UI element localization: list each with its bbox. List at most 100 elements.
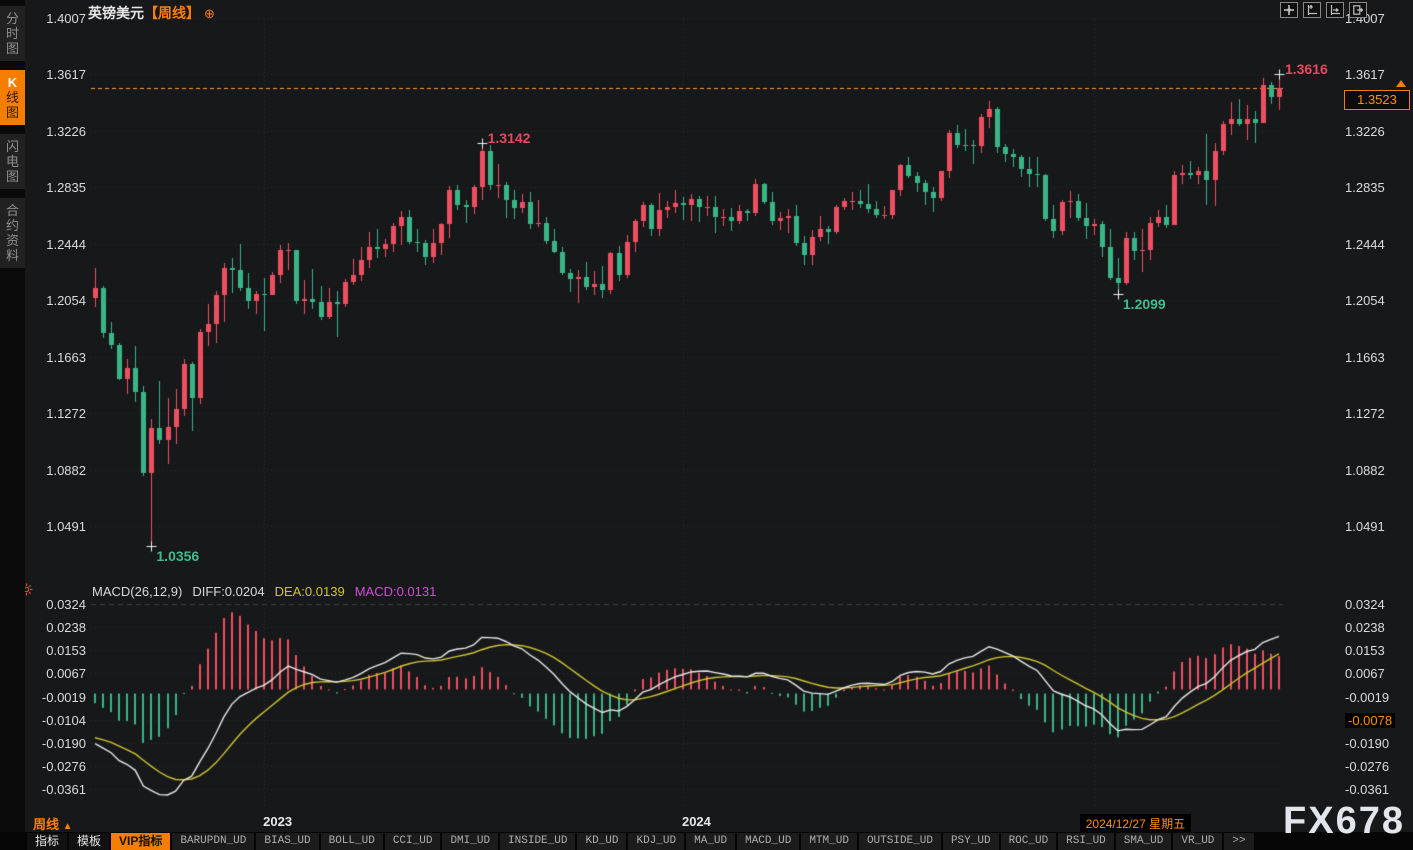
axis-scale-right-icon[interactable] [1326,2,1344,18]
main-left-axis-tick: 1.4007 [30,11,86,26]
bottom-tab-inside_ud[interactable]: INSIDE_UD [500,833,575,850]
bottom-tab-barupdn_ud[interactable]: BARUPDN_UD [172,833,254,850]
macd-axis-right-tick: 0.0324 [1345,597,1385,612]
main-right-axis-tick: 1.1663 [1345,350,1385,365]
time-axis-year-label: 2023 [263,814,292,829]
period-tag: 【周线】 [144,5,200,21]
bottom-tab-macd_ud[interactable]: MACD_UD [737,833,799,850]
chart-type-sidebar: 分时图K线图闪电图合约资料 [0,0,25,832]
main-left-axis-tick: 1.2054 [30,293,86,308]
macd-left-axis-tick: -0.0104 [30,713,86,728]
period-selector-label: 周线 [33,817,59,832]
bottom-tab-kdj_ud[interactable]: KDJ_UD [628,833,684,850]
exit-right-icon[interactable] [1349,2,1367,18]
sidebar-tab-char: 时 [0,26,25,41]
bottom-tab-sma_ud[interactable]: SMA_UD [1116,833,1172,850]
sidebar-tab-char: 闪 [0,139,25,154]
main-left-axis-tick: 1.0491 [30,519,86,534]
macd-left-axis-tick: -0.0190 [30,736,86,751]
macd-axis-right-tick: -0.0361 [1345,782,1389,797]
bottom-tab-outside_ud[interactable]: OUTSIDE_UD [859,833,941,850]
bottom-tab-cci_ud[interactable]: CCI_UD [385,833,441,850]
price-annotation-1.3142: 1.3142 [488,130,531,146]
sidebar-tab-char: 约 [0,218,25,233]
chevron-up-icon: ▲ [63,821,73,832]
bottom-tab-rsi_ud[interactable]: RSI_UD [1058,833,1114,850]
main-left-axis-tick: 1.2835 [30,180,86,195]
sidebar-tab-2[interactable]: 闪电图 [0,134,25,189]
macd-diff-value: DIFF:0.0204 [192,584,264,599]
pan-icon[interactable] [1280,2,1298,18]
main-left-axis-tick: 1.1663 [30,350,86,365]
macd-axis-right-tick: -0.0019 [1345,690,1389,705]
sidebar-tab-char: 分 [0,11,25,26]
bottom-tab->>[interactable]: >> [1224,833,1253,850]
main-left-axis-tick: 1.3617 [30,67,86,82]
main-left-axis-tick: 1.1272 [30,406,86,421]
main-right-axis-tick: 1.1272 [1345,406,1385,421]
sidebar-tab-char: 图 [0,105,25,120]
macd-axis-right-tick: -0.0276 [1345,759,1389,774]
bottom-tab-ma_ud[interactable]: MA_UD [686,833,735,850]
sidebar-tab-char: 线 [0,90,25,105]
main-right-axis-tick: 1.0491 [1345,519,1385,534]
chart-toolbar [1280,2,1367,18]
sidebar-tab-char: 资 [0,233,25,248]
sidebar-tab-0[interactable]: 分时图 [0,6,25,61]
macd-left-axis-tick: 0.0067 [30,666,86,681]
macd-left-axis-tick: -0.0019 [30,690,86,705]
macd-current-value-label: -0.0078 [1345,713,1395,728]
bottom-tab-boll_ud[interactable]: BOLL_UD [321,833,383,850]
price-annotation-1.3616: 1.3616 [1285,61,1328,77]
main-right-axis-tick: 1.2054 [1345,293,1385,308]
macd-left-axis-tick: -0.0276 [30,759,86,774]
indicator-tab-bar: 指标模板VIP指标BARUPDN_UDBIAS_UDBOLL_UDCCI_UDD… [0,832,1413,850]
chart-application-window: 分时图K线图闪电图合约资料 英镑美元【周线】⊕ 1.40071.36171.32… [0,0,1413,850]
macd-name: MACD(26,12,9) [92,584,182,599]
macd-left-axis-tick: 0.0153 [30,643,86,658]
chart-canvas[interactable] [0,0,1413,850]
sidebar-tab-char: 图 [0,169,25,184]
bottom-tab-roc_ud[interactable]: ROC_UD [1001,833,1057,850]
bottom-tab-bias_ud[interactable]: BIAS_UD [256,833,318,850]
axis-scale-left-icon[interactable] [1303,2,1321,18]
bottom-tab-vip[interactable]: VIP指标 [111,833,170,850]
macd-left-axis-tick: 0.0238 [30,620,86,635]
macd-axis-right-tick: 0.0238 [1345,620,1385,635]
macd-axis-right-tick: 0.0153 [1345,643,1385,658]
chart-title: 英镑美元【周线】 ⊕ [88,3,215,23]
add-indicator-icon[interactable]: ⊕ [204,6,215,21]
macd-macd-value: MACD:0.0131 [355,584,437,599]
last-price-label: 1.3523 [1344,90,1410,110]
sidebar-tab-char: K [0,75,25,90]
main-left-axis-tick: 1.0882 [30,463,86,478]
period-selector[interactable]: 周线 ▲ [33,814,73,833]
macd-indicator-header: MACD(26,12,9) DIFF:0.0204 DEA:0.0139 MACD:0… [92,584,446,599]
main-left-axis-tick: 1.3226 [30,124,86,139]
symbol-name: 英镑美元 [88,5,144,21]
macd-left-axis-tick: 0.0324 [30,597,86,612]
sidebar-tab-1[interactable]: K线图 [0,70,25,125]
bottom-tab-[interactable]: 指标 [27,833,67,850]
time-axis-year-label: 2024 [682,814,711,829]
bottom-tab-mtm_ud[interactable]: MTM_UD [801,833,857,850]
sidebar-tab-3[interactable]: 合约资料 [0,198,25,268]
bottom-tab-vr_ud[interactable]: VR_UD [1173,833,1222,850]
sidebar-tab-char: 电 [0,154,25,169]
bottom-tab-kd_ud[interactable]: KD_UD [577,833,626,850]
price-annotation-1.2099: 1.2099 [1123,296,1166,312]
bottom-tab-psy_ud[interactable]: PSY_UD [943,833,999,850]
fx678-watermark: FX678 [1283,800,1405,843]
macd-axis-right-tick: -0.0190 [1345,736,1389,751]
main-right-axis-tick: 1.2444 [1345,237,1385,252]
macd-axis-right-tick: 0.0067 [1345,666,1385,681]
macd-left-axis-tick: -0.0361 [30,782,86,797]
sidebar-tab-char: 合 [0,203,25,218]
bottom-tab-dmi_ud[interactable]: DMI_UD [442,833,498,850]
time-axis-date-highlight: 2024/12/27 星期五 [1080,814,1191,833]
macd-dea-value: DEA:0.0139 [275,584,345,599]
main-right-axis-tick: 1.2835 [1345,180,1385,195]
main-left-axis-tick: 1.2444 [30,237,86,252]
main-right-axis-tick: 1.0882 [1345,463,1385,478]
bottom-tab-[interactable]: 模板 [69,833,109,850]
